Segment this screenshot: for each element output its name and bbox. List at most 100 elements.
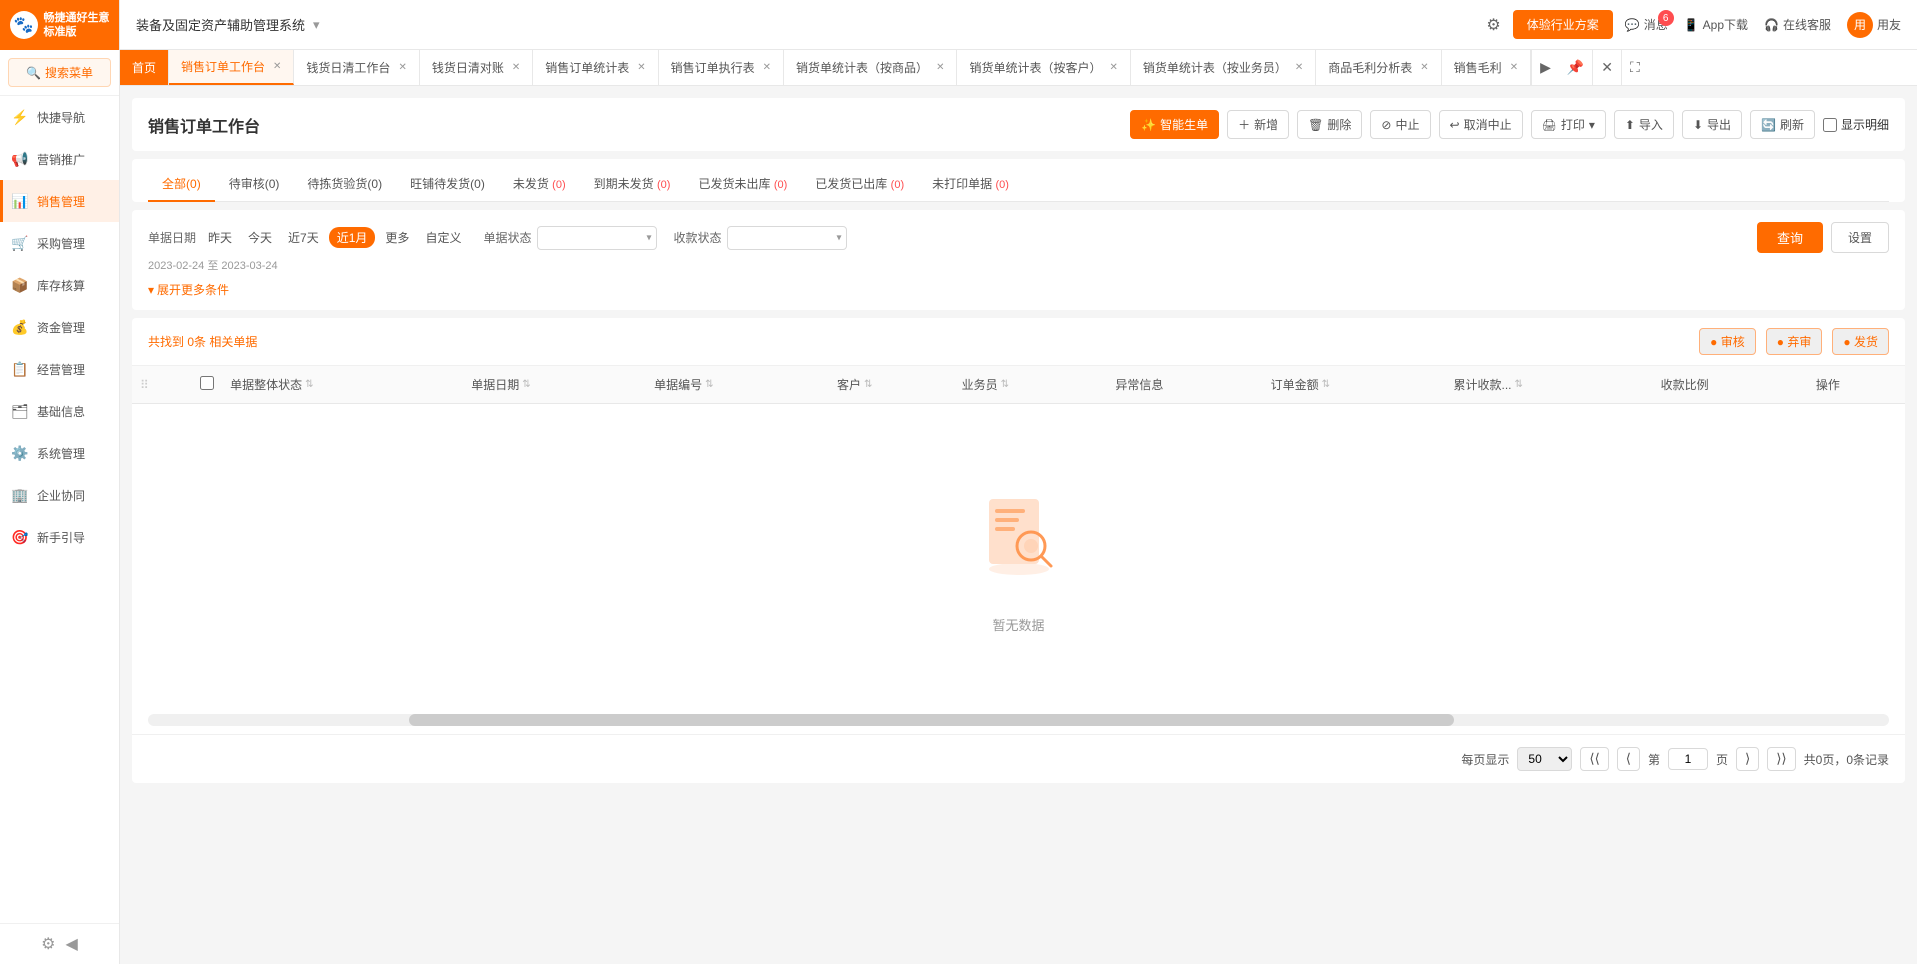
filter-tab-wangpu-pending[interactable]: 旺铺待发货(0) <box>396 167 499 202</box>
query-button[interactable]: 查询 <box>1757 222 1823 253</box>
sidebar-item-system[interactable]: ⚙️ 系统管理 <box>0 432 119 474</box>
date-custom-btn[interactable]: 自定义 <box>419 227 467 248</box>
sort-amount[interactable]: 订单金额 ⇅ <box>1271 376 1438 393</box>
empty-state: 暂无数据 <box>132 404 1905 714</box>
tab-close-sales-order[interactable]: ✕ <box>273 61 281 72</box>
sidebar-item-purchase[interactable]: 🛒 采购管理 <box>0 222 119 264</box>
th-received: 累计收款... ⇅ <box>1446 366 1653 404</box>
user-menu-button[interactable]: 用 用友 <box>1847 12 1901 38</box>
search-menu-button[interactable]: 🔍 搜索菜单 <box>8 58 111 87</box>
sidebar-item-guide[interactable]: 🎯 新手引导 <box>0 516 119 558</box>
tab-close-cash-daily[interactable]: ✕ <box>398 62 406 73</box>
sort-received[interactable]: 累计收款... ⇅ <box>1454 376 1645 393</box>
status-select[interactable] <box>537 226 657 250</box>
filter-tab-pending-review[interactable]: 待审核(0) <box>215 167 294 202</box>
tab-close-product-margin[interactable]: ✕ <box>1420 62 1428 73</box>
sort-date[interactable]: 单据日期 ⇅ <box>471 376 638 393</box>
sidebar-item-basic-info[interactable]: 🗂 基础信息 <box>0 390 119 432</box>
sort-status[interactable]: 单据整体状态 ⇅ <box>230 376 455 393</box>
tab-sales-summary-staff[interactable]: 销货单统计表（按业务员） ✕ <box>1131 50 1316 85</box>
review-action-button[interactable]: ● 审核 <box>1699 328 1756 355</box>
page-size-select[interactable]: 10 20 50 100 <box>1517 747 1572 771</box>
tab-sales-exec[interactable]: 销售订单执行表 ✕ <box>659 50 784 85</box>
delete-button[interactable]: 🗑 删除 <box>1297 110 1362 139</box>
tab-cash-reconcile[interactable]: 钱货日清对账 ✕ <box>420 50 533 85</box>
print-button[interactable]: 🖨 打印 ▾ <box>1531 110 1606 139</box>
payment-select[interactable] <box>727 226 847 250</box>
tab-sales-profit[interactable]: 销售毛利 ✕ <box>1442 50 1531 85</box>
sort-customer[interactable]: 客户 ⇅ <box>837 376 946 393</box>
filter-tab-overdue-ship[interactable]: 到期未发货 (0) <box>580 167 685 202</box>
cancel-review-action-button[interactable]: ● 弃审 <box>1766 328 1823 355</box>
cancel-stop-button[interactable]: ↩ 取消中止 <box>1439 110 1523 139</box>
tab-sales-summary-product[interactable]: 销货单统计表（按商品） ✕ <box>784 50 957 85</box>
tab-close-sales-summary-product[interactable]: ✕ <box>936 62 944 73</box>
industry-solution-button[interactable]: 体验行业方案 <box>1513 10 1613 39</box>
stop-button[interactable]: ⊘ 中止 <box>1370 110 1430 139</box>
filter-tab-all[interactable]: 全部(0) <box>148 167 215 202</box>
tab-product-margin[interactable]: 商品毛利分析表 ✕ <box>1316 50 1441 85</box>
scrollbar-thumb[interactable] <box>409 714 1454 726</box>
refresh-button[interactable]: 🔄 刷新 <box>1750 110 1815 139</box>
ship-action-button[interactable]: ● 发货 <box>1832 328 1889 355</box>
date-7days-btn[interactable]: 近7天 <box>282 227 325 248</box>
collapse-sidebar-button[interactable]: ◀ <box>66 934 78 954</box>
tab-home[interactable]: 首页 <box>120 50 169 85</box>
online-service-button[interactable]: 🎧 在线客服 <box>1764 16 1831 33</box>
sort-staff[interactable]: 业务员 ⇅ <box>962 376 1100 393</box>
horizontal-scrollbar[interactable] <box>148 714 1889 726</box>
date-1month-btn[interactable]: 近1月 <box>329 227 376 248</box>
tab-close-sales-profit[interactable]: ✕ <box>1510 62 1518 73</box>
sidebar-item-inventory[interactable]: 📦 库存核算 <box>0 264 119 306</box>
date-today-btn[interactable]: 今天 <box>242 227 278 248</box>
app-download-button[interactable]: 📱 App下载 <box>1684 16 1748 33</box>
sidebar-item-enterprise[interactable]: 🏢 企业协同 <box>0 474 119 516</box>
search-setting-button[interactable]: 设置 <box>1831 222 1889 253</box>
date-yesterday-btn[interactable]: 昨天 <box>202 227 238 248</box>
tab-close-cash-reconcile[interactable]: ✕ <box>512 62 520 73</box>
sort-icon-customer: ⇅ <box>864 379 872 390</box>
filter-tab-not-printed[interactable]: 未打印单据 (0) <box>918 167 1023 202</box>
show-detail-checkbox[interactable] <box>1823 118 1837 132</box>
system-dropdown-arrow[interactable]: ▾ <box>313 17 320 33</box>
show-detail-checkbox-label[interactable]: 显示明细 <box>1823 116 1889 133</box>
tab-close-sales-exec[interactable]: ✕ <box>763 62 771 73</box>
tab-fullscreen-button[interactable]: ⛶ <box>1621 50 1648 85</box>
tab-sales-summary-customer[interactable]: 销货单统计表（按客户） ✕ <box>957 50 1130 85</box>
export-button[interactable]: ⬇ 导出 <box>1682 110 1742 139</box>
tab-close-all-button[interactable]: ✕ <box>1592 50 1621 85</box>
add-button[interactable]: ＋ 新增 <box>1227 110 1289 139</box>
next-page-button[interactable]: ⟩ <box>1736 747 1759 771</box>
tab-close-sales-summary-customer[interactable]: ✕ <box>1109 62 1117 73</box>
first-page-button[interactable]: ⟨⟨ <box>1580 747 1608 771</box>
topbar-settings-button[interactable]: ⚙ <box>1486 15 1500 35</box>
filter-tab-shipped-out[interactable]: 已发货已出库 (0) <box>801 167 918 202</box>
messages-button[interactable]: 💬 消息 6 <box>1625 16 1668 33</box>
tab-close-sales-summary-staff[interactable]: ✕ <box>1295 62 1303 73</box>
settings-footer-button[interactable]: ⚙ <box>41 934 55 954</box>
sidebar-item-quick-nav[interactable]: ⚡ 快捷导航 <box>0 96 119 138</box>
page-number-input[interactable] <box>1668 748 1708 770</box>
sidebar-item-operations[interactable]: 📋 经营管理 <box>0 348 119 390</box>
last-page-button[interactable]: ⟩⟩ <box>1767 747 1795 771</box>
smart-create-button[interactable]: ✨ 智能生单 <box>1130 110 1219 139</box>
select-all-checkbox[interactable] <box>200 376 214 390</box>
sidebar-item-marketing[interactable]: 📢 营销推广 <box>0 138 119 180</box>
tab-sales-order[interactable]: 销售订单工作台 ✕ <box>169 50 294 85</box>
sidebar-item-finance[interactable]: 💰 资金管理 <box>0 306 119 348</box>
tab-more-button[interactable]: ▶ <box>1531 50 1559 85</box>
import-button[interactable]: ⬆ 导入 <box>1614 110 1674 139</box>
review-dot: ● <box>1710 335 1717 349</box>
sort-number[interactable]: 单据编号 ⇅ <box>654 376 821 393</box>
prev-page-button[interactable]: ⟨ <box>1617 747 1640 771</box>
tab-close-sales-stat[interactable]: ✕ <box>637 62 645 73</box>
tab-cash-daily[interactable]: 钱货日清工作台 ✕ <box>294 50 419 85</box>
filter-tab-pending-inspect[interactable]: 待拣货验货(0) <box>293 167 396 202</box>
sidebar-item-sales[interactable]: 📊 销售管理 <box>0 180 119 222</box>
tab-pin-button[interactable]: 📌 <box>1559 50 1592 85</box>
tab-sales-stat[interactable]: 销售订单统计表 ✕ <box>533 50 658 85</box>
date-more-btn[interactable]: 更多 <box>379 227 415 248</box>
filter-tab-not-shipped[interactable]: 未发货 (0) <box>499 167 580 202</box>
filter-tab-shipped-not-out[interactable]: 已发货未出库 (0) <box>684 167 801 202</box>
expand-conditions-button[interactable]: ▾ 展开更多条件 <box>148 281 1889 298</box>
